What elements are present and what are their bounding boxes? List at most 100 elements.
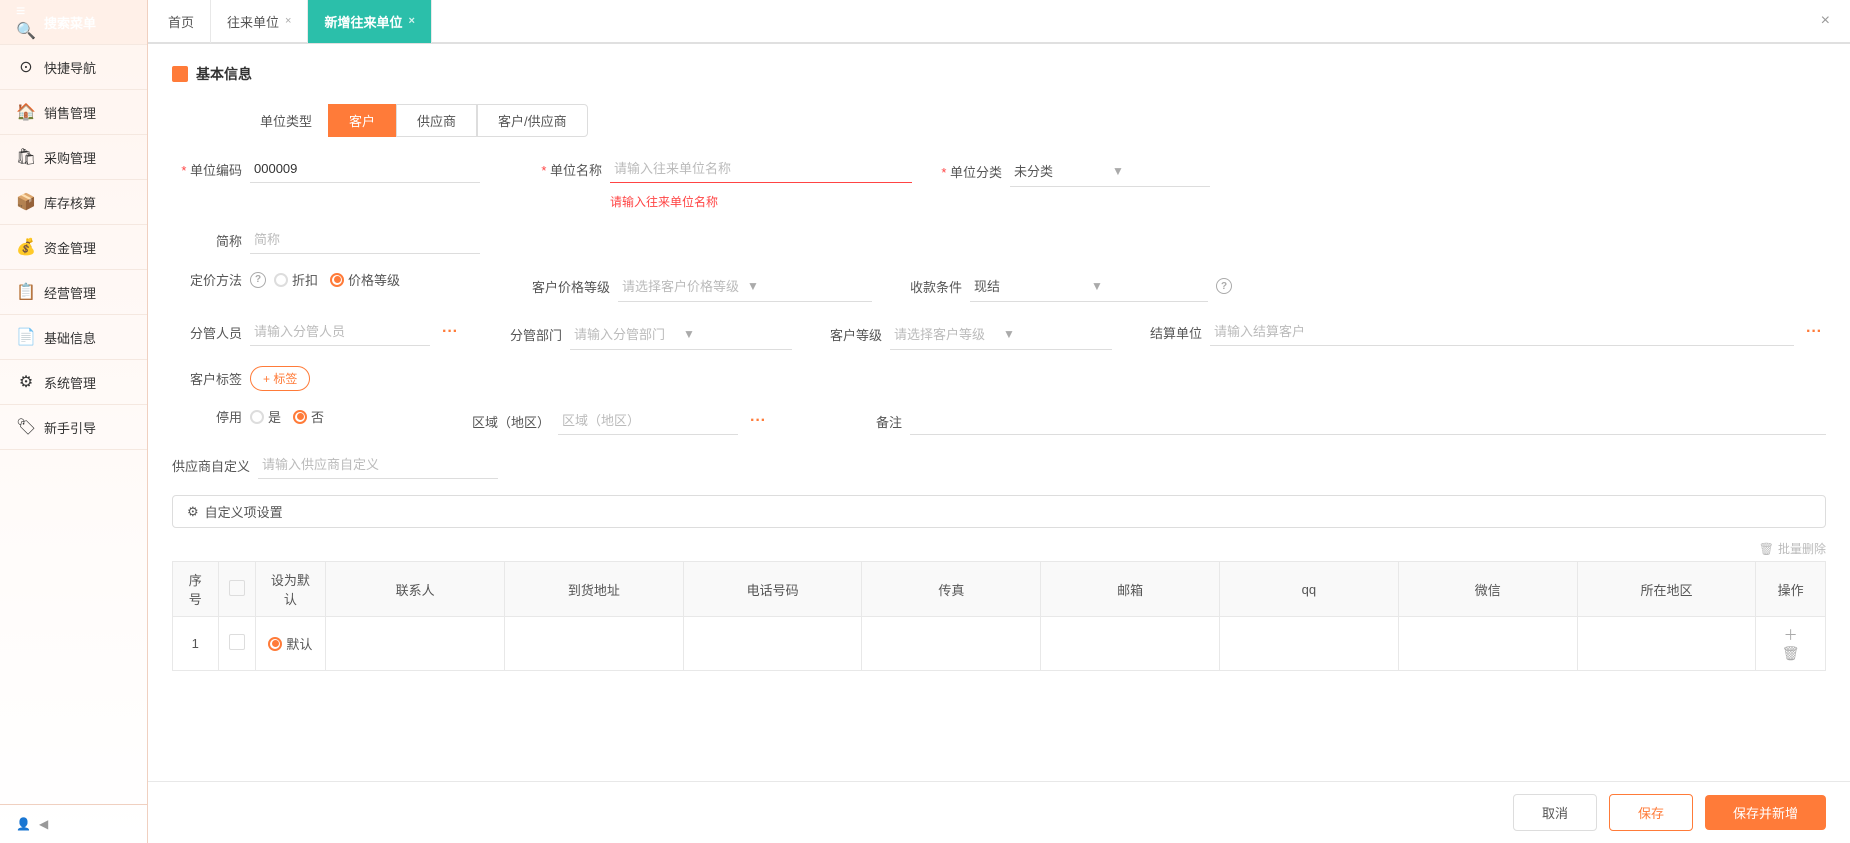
region-input[interactable]	[558, 407, 738, 435]
disable-yes[interactable]: 是	[250, 407, 281, 426]
supplier-custom-field: 供应商自定义	[172, 451, 532, 479]
disable-field: 停用 是 否	[172, 407, 452, 426]
row-email[interactable]	[1041, 617, 1220, 671]
chevron-down-icon: ▼	[1112, 164, 1206, 178]
row-fax[interactable]	[862, 617, 1041, 671]
sidebar-item-system[interactable]: ⚙ 系统管理	[0, 360, 147, 405]
save-button[interactable]: 保存	[1609, 794, 1693, 831]
row-checkbox[interactable]	[229, 634, 245, 650]
tab-new-partner-close[interactable]: ×	[408, 15, 414, 27]
row-phone[interactable]	[683, 617, 862, 671]
unit-category-field: 单位分类 未分类 ▼	[932, 155, 1826, 187]
sales-icon: 🏠	[16, 102, 36, 122]
unit-category-select[interactable]: 未分类 ▼	[1010, 155, 1210, 187]
custom-settings-label: 自定义项设置	[205, 502, 283, 521]
unit-type-both[interactable]: 客户/供应商	[477, 104, 588, 137]
sidebar-item-basic-info[interactable]: 📄 基础信息	[0, 315, 147, 360]
dept-select[interactable]: 请输入分管部门 ▼	[570, 318, 792, 350]
unit-name-field: 单位名称 请输入往来单位名称	[532, 155, 912, 210]
phone-input[interactable]	[694, 636, 852, 651]
pricing-method-label: 定价方法	[172, 270, 242, 289]
customer-price-select[interactable]: 请选择客户价格等级 ▼	[618, 270, 872, 302]
row-contact[interactable]	[326, 617, 505, 671]
tab-new-partner[interactable]: 新增往来单位 ×	[308, 0, 431, 43]
contact-table: 序号 设为默认 联系人 到货地址 电话号码 传真 邮箱 qq 微信 所在地区 操…	[172, 561, 1826, 671]
chevron-down-icon: ▼	[747, 279, 868, 293]
row-delete-btn[interactable]: 🗑	[1778, 643, 1804, 663]
cancel-button[interactable]: 取消	[1513, 794, 1597, 831]
unit-code-input[interactable]	[250, 155, 480, 183]
pricing-radio-level[interactable]: 价格等级	[330, 270, 400, 289]
unit-name-input[interactable]	[610, 155, 912, 183]
manager-input[interactable]	[250, 318, 430, 346]
short-name-input[interactable]	[250, 226, 480, 254]
settlement-label: 结算单位	[1132, 323, 1202, 342]
row-default-cell: 默认	[255, 617, 326, 671]
sidebar-item-quick-nav[interactable]: ⊙ 快捷导航	[0, 45, 147, 90]
row-qq[interactable]	[1219, 617, 1398, 671]
supplier-custom-input[interactable]	[258, 451, 498, 479]
tab-partner-close[interactable]: ×	[285, 15, 291, 27]
sidebar-item-sales[interactable]: 🏠 销售管理	[0, 90, 147, 135]
settlement-input[interactable]	[1210, 318, 1794, 346]
qq-input[interactable]	[1230, 636, 1388, 651]
select-all-checkbox[interactable]	[229, 580, 245, 596]
batch-delete-label[interactable]: 批量删除	[1778, 540, 1826, 557]
contact-input[interactable]	[336, 636, 494, 651]
sidebar-collapse-icon[interactable]: ◀	[39, 817, 48, 831]
remark-input[interactable]	[910, 407, 1826, 435]
wechat-input[interactable]	[1409, 636, 1567, 651]
settlement-more-btn[interactable]: ···	[1802, 323, 1826, 341]
sidebar-item-label: 销售管理	[44, 103, 96, 122]
row-region-input[interactable]	[1588, 636, 1746, 651]
sidebar-item-inventory[interactable]: 📦 库存核算	[0, 180, 147, 225]
sidebar-item-search[interactable]: ≡🔍 搜索菜单	[0, 0, 147, 45]
form-row-tag: 客户标签 + 标签	[172, 366, 1826, 391]
unit-code-field: 单位编码	[172, 155, 512, 183]
row-default-label: 默认	[286, 634, 312, 653]
col-wechat: 微信	[1398, 562, 1577, 617]
payment-terms-value: 现结	[974, 276, 1087, 295]
unit-type-customer[interactable]: 客户	[328, 104, 396, 137]
fax-input[interactable]	[872, 636, 1030, 651]
manager-label: 分管人员	[172, 323, 242, 342]
payment-terms-select[interactable]: 现结 ▼	[970, 270, 1208, 302]
address-input[interactable]	[515, 636, 673, 651]
sidebar-item-purchase[interactable]: 🛍 采购管理	[0, 135, 147, 180]
pricing-help-icon[interactable]: ?	[250, 272, 266, 288]
sidebar-item-finance[interactable]: 💰 资金管理	[0, 225, 147, 270]
customer-level-select[interactable]: 请选择客户等级 ▼	[890, 318, 1112, 350]
region-more-btn[interactable]: ···	[746, 412, 770, 430]
row-wechat[interactable]	[1398, 617, 1577, 671]
sidebar-item-label: 基础信息	[44, 328, 96, 347]
dept-placeholder: 请输入分管部门	[574, 324, 679, 343]
save-and-new-button[interactable]: 保存并新增	[1705, 795, 1826, 830]
col-region: 所在地区	[1577, 562, 1756, 617]
home-icon: ⊙	[16, 57, 36, 77]
pricing-radio-discount[interactable]: 折扣	[274, 270, 318, 289]
col-check	[218, 562, 255, 617]
row-default-radio[interactable]: 默认	[266, 634, 316, 653]
unit-category-label: 单位分类	[932, 162, 1002, 181]
col-no: 序号	[173, 562, 219, 617]
sidebar-item-guide[interactable]: 🏷 新手引导	[0, 405, 147, 450]
custom-settings-button[interactable]: ⚙ 自定义项设置	[172, 495, 1826, 528]
row-region[interactable]	[1577, 617, 1756, 671]
row-add-btn[interactable]: ＋	[1780, 625, 1802, 645]
tab-partner[interactable]: 往来单位 ×	[211, 0, 308, 43]
payment-help-icon[interactable]: ?	[1216, 278, 1232, 294]
unit-type-supplier[interactable]: 供应商	[396, 104, 477, 137]
manager-more-btn[interactable]: ···	[438, 323, 462, 341]
disable-yes-label: 是	[268, 407, 281, 426]
disable-no[interactable]: 否	[293, 407, 324, 426]
window-close-button[interactable]: ×	[1805, 12, 1846, 30]
email-input[interactable]	[1051, 636, 1209, 651]
pricing-radio-group: 折扣 价格等级	[274, 270, 400, 289]
sidebar-item-operations[interactable]: 📋 经营管理	[0, 270, 147, 315]
row-address[interactable]	[504, 617, 683, 671]
tab-home[interactable]: 首页	[152, 0, 211, 43]
add-tag-button[interactable]: + 标签	[250, 366, 310, 391]
sidebar-item-label: 新手引导	[44, 418, 96, 437]
supplier-custom-label: 供应商自定义	[172, 456, 250, 475]
form-row-short-name: 简称	[172, 226, 1826, 254]
